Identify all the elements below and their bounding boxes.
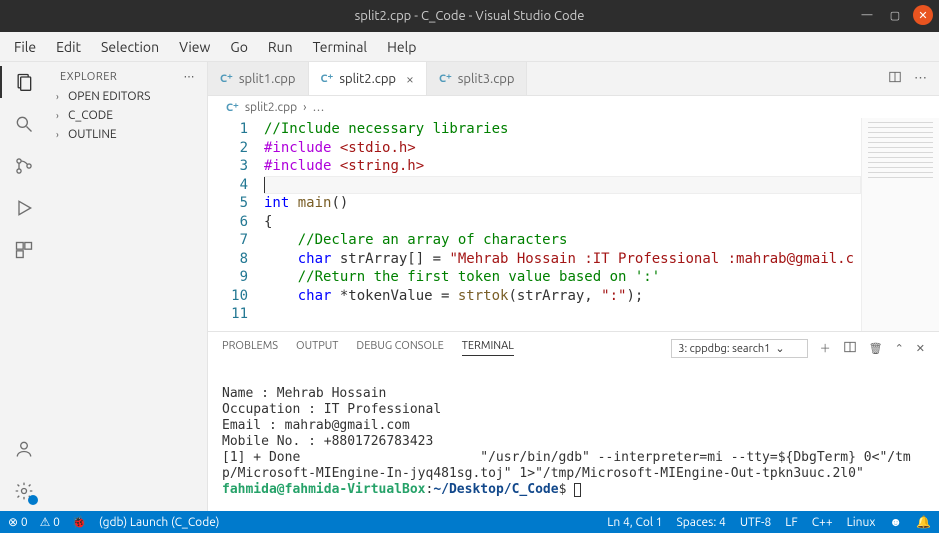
menu-view[interactable]: View: [171, 35, 218, 59]
maximize-panel-icon[interactable]: ⌃: [895, 342, 904, 355]
menu-file[interactable]: File: [6, 35, 44, 59]
more-icon[interactable]: ⋯: [184, 70, 196, 83]
breadcrumb-rest: …: [313, 101, 325, 114]
editor-tabs: C⁺ split1.cpp C⁺ split2.cpp × C⁺ split3.cpp ⋯: [208, 62, 939, 96]
menu-go[interactable]: Go: [222, 35, 255, 59]
explorer-sidebar: EXPLORER ⋯ › OPEN EDITORS› C_CODE› OUTLI…: [48, 62, 208, 511]
explorer-header: EXPLORER ⋯: [48, 62, 207, 87]
cpp-file-icon: C⁺: [321, 72, 334, 85]
status-spaces[interactable]: Spaces: 4: [677, 516, 726, 529]
breadcrumb-file: split2.cpp: [245, 101, 297, 114]
cpp-file-icon: C⁺: [220, 72, 233, 85]
split-editor-icon[interactable]: [888, 70, 902, 87]
explorer-title: EXPLORER: [60, 71, 117, 83]
maximize-button[interactable]: ▢: [885, 5, 905, 25]
settings-badge: [28, 495, 38, 505]
cpp-file-icon: C⁺: [439, 72, 452, 85]
status-position[interactable]: Ln 4, Col 1: [607, 516, 662, 529]
panel-tab-problems[interactable]: PROBLEMS: [222, 340, 278, 356]
main-area: EXPLORER ⋯ › OPEN EDITORS› C_CODE› OUTLI…: [0, 62, 939, 511]
status-launch[interactable]: (gdb) Launch (C_Code): [99, 516, 220, 529]
editor-actions: ⋯: [876, 62, 939, 95]
status-os[interactable]: Linux: [847, 516, 876, 529]
new-terminal-icon[interactable]: ＋: [820, 340, 831, 356]
breadcrumb-sep: ›: [303, 101, 306, 114]
status-language[interactable]: C++: [812, 516, 833, 529]
minimize-button[interactable]: —: [857, 5, 877, 25]
chevron-right-icon: ›: [56, 91, 68, 102]
code-area[interactable]: //Include necessary libraries#include <s…: [264, 118, 861, 331]
chevron-right-icon: ›: [56, 110, 68, 121]
explorer-icon[interactable]: [12, 70, 36, 94]
status-bell-icon[interactable]: 🔔: [916, 515, 931, 529]
panel-tab-terminal[interactable]: TERMINAL: [462, 340, 514, 356]
run-debug-icon[interactable]: [12, 196, 36, 220]
status-debug-icon[interactable]: 🐞: [72, 515, 87, 529]
status-eol[interactable]: LF: [785, 516, 797, 529]
titlebar: split2.cpp - C_Code - Visual Studio Code…: [0, 0, 939, 32]
terminal-task-select[interactable]: 3: cppdbg: search1 ⌄: [671, 339, 807, 358]
tab-split2-cpp[interactable]: C⁺ split2.cpp ×: [309, 62, 427, 95]
cpp-file-icon: C⁺: [226, 101, 239, 114]
window-title: split2.cpp - C_Code - Visual Studio Code: [355, 9, 585, 23]
tab-label: split1.cpp: [239, 72, 296, 86]
tab-label: split2.cpp: [339, 72, 396, 86]
accounts-icon[interactable]: [12, 437, 36, 461]
terminal-body[interactable]: Name : Mehrab HossainOccupation : IT Pro…: [208, 364, 939, 511]
sidebar-section-outline[interactable]: › OUTLINE: [48, 125, 207, 144]
panel-tab-output[interactable]: OUTPUT: [296, 340, 338, 356]
menu-terminal[interactable]: Terminal: [305, 35, 376, 59]
activity-bar: [0, 62, 48, 511]
menu-selection[interactable]: Selection: [93, 35, 167, 59]
extensions-icon[interactable]: [12, 238, 36, 262]
sidebar-section-c_code[interactable]: › C_CODE: [48, 106, 207, 125]
kill-terminal-icon[interactable]: 🗑: [869, 342, 883, 355]
menu-help[interactable]: Help: [379, 35, 424, 59]
search-icon[interactable]: [12, 112, 36, 136]
status-encoding[interactable]: UTF-8: [740, 516, 771, 529]
status-feedback-icon[interactable]: ☻: [889, 515, 902, 529]
close-tab-icon[interactable]: ×: [406, 71, 414, 87]
window-controls: — ▢ ✕: [857, 5, 933, 25]
chevron-right-icon: ›: [56, 129, 68, 140]
source-control-icon[interactable]: [12, 154, 36, 178]
status-bar: ⊗ 0 ⚠ 0 🐞 (gdb) Launch (C_Code) Ln 4, Co…: [0, 511, 939, 533]
tab-split3-cpp[interactable]: C⁺ split3.cpp: [427, 62, 528, 95]
tab-label: split3.cpp: [458, 72, 515, 86]
bottom-panel: PROBLEMS OUTPUT DEBUG CONSOLE TERMINAL 3: c…: [208, 331, 939, 511]
close-button[interactable]: ✕: [913, 5, 933, 25]
more-actions-icon[interactable]: ⋯: [914, 71, 927, 86]
editor-pane[interactable]: 1234567891011 //Include necessary librar…: [208, 118, 939, 331]
minimap[interactable]: [861, 118, 939, 331]
sidebar-section-open-editors[interactable]: › OPEN EDITORS: [48, 87, 207, 106]
menu-run[interactable]: Run: [260, 35, 301, 59]
panel-tabs: PROBLEMS OUTPUT DEBUG CONSOLE TERMINAL 3: c…: [208, 332, 939, 364]
split-terminal-icon[interactable]: [843, 340, 857, 357]
line-gutter: 1234567891011: [208, 118, 264, 331]
breadcrumb[interactable]: C⁺ split2.cpp › …: [208, 96, 939, 118]
settings-gear-icon[interactable]: [12, 479, 36, 503]
status-warnings[interactable]: ⚠ 0: [40, 515, 60, 529]
tab-split1-cpp[interactable]: C⁺ split1.cpp: [208, 62, 309, 95]
close-panel-icon[interactable]: ✕: [916, 342, 925, 355]
status-errors[interactable]: ⊗ 0: [8, 515, 28, 529]
panel-tab-debug-console[interactable]: DEBUG CONSOLE: [356, 340, 443, 356]
menu-edit[interactable]: Edit: [48, 35, 89, 59]
editor-group: C⁺split1.cppC⁺split2.cpp×C⁺split3.cpp ⋯ …: [208, 62, 939, 511]
menubar: FileEditSelectionViewGoRunTerminalHelp: [0, 32, 939, 62]
